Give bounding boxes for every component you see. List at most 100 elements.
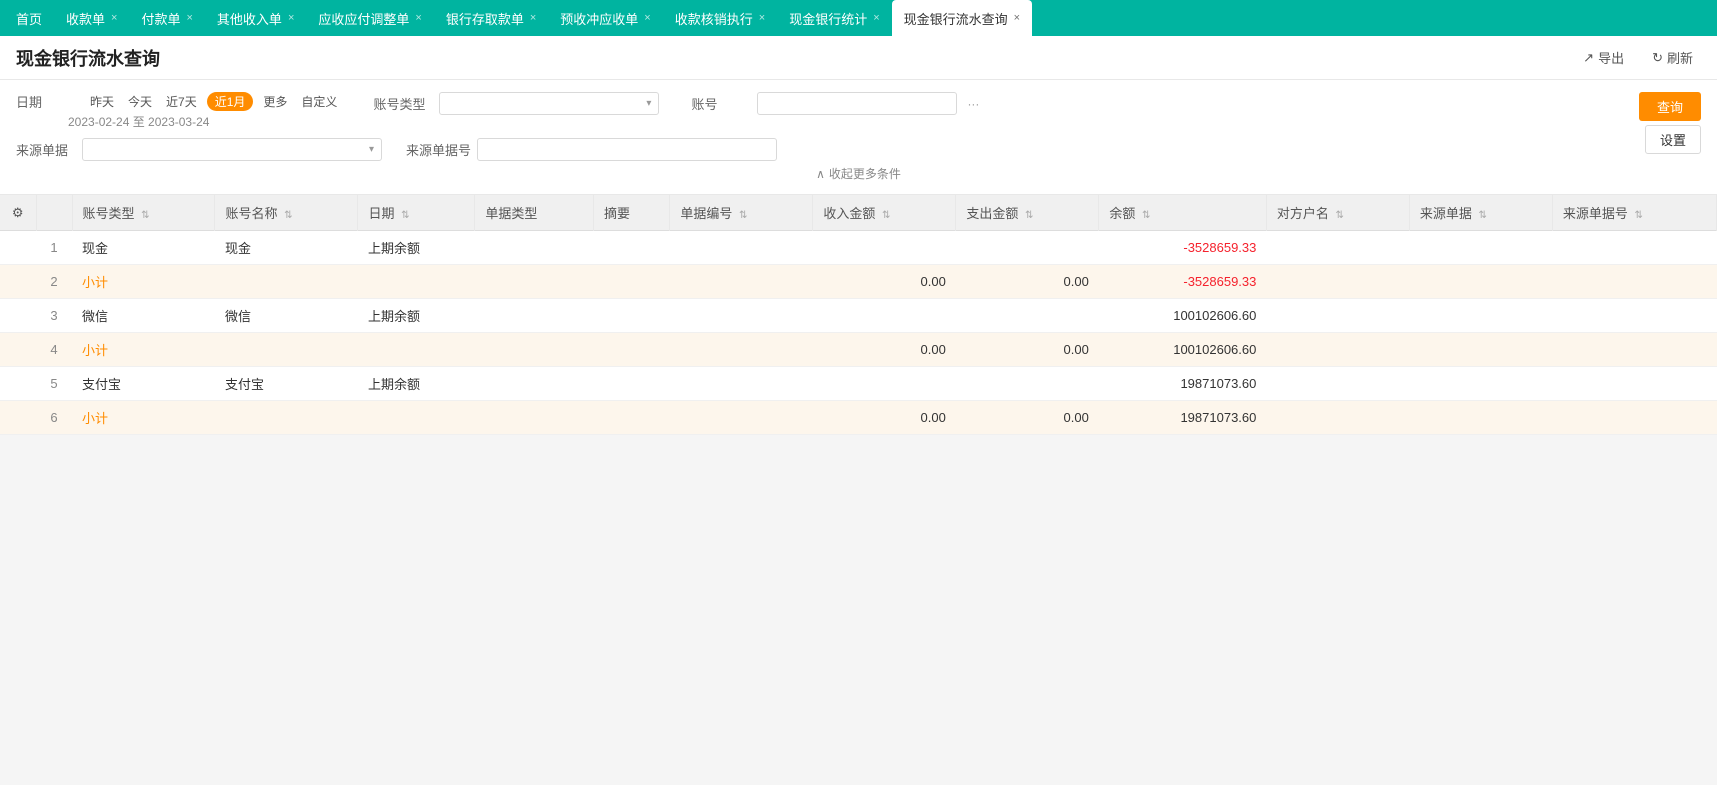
nav-bank-deposit-label: 银行存取款单 bbox=[446, 9, 524, 28]
collapse-label: 收起更多条件 bbox=[829, 165, 901, 182]
td-account-name bbox=[215, 401, 358, 435]
th-expense[interactable]: 支出金额 ⇅ bbox=[956, 195, 1099, 231]
td-counterparty bbox=[1266, 367, 1409, 401]
td-expense bbox=[956, 231, 1099, 265]
th-counterparty[interactable]: 对方户名 ⇅ bbox=[1266, 195, 1409, 231]
source-doc-filter: 来源单据 ▾ bbox=[16, 138, 382, 161]
th-income[interactable]: 收入金额 ⇅ bbox=[813, 195, 956, 231]
close-cash-stats-icon[interactable]: × bbox=[873, 12, 879, 24]
close-cash-flow-icon[interactable]: × bbox=[1014, 12, 1020, 24]
nav-item-receipt-verify[interactable]: 收款核销执行 × bbox=[663, 0, 777, 36]
td-income bbox=[813, 367, 956, 401]
td-date bbox=[358, 401, 475, 435]
nav-item-ar-ap-adjust[interactable]: 应收应付调整单 × bbox=[306, 0, 433, 36]
source-doc-select[interactable] bbox=[82, 138, 382, 161]
td-account-type: 支付宝 bbox=[72, 367, 215, 401]
td-counterparty bbox=[1266, 299, 1409, 333]
date-opt-custom[interactable]: 自定义 bbox=[297, 92, 341, 111]
settings-button[interactable]: 设置 bbox=[1645, 125, 1701, 154]
nav-item-payment[interactable]: 付款单 × bbox=[129, 0, 204, 36]
date-opt-more[interactable]: 更多 bbox=[259, 92, 291, 111]
cash-flow-table: ⚙ 账号类型 ⇅ 账号名称 ⇅ 日期 ⇅ 单据类型 摘要 单据编号 ⇅ 收入金额… bbox=[0, 195, 1717, 435]
date-label: 日期 bbox=[16, 92, 76, 111]
date-opt-today[interactable]: 今天 bbox=[124, 92, 156, 111]
source-doc-num-label: 来源单据号 bbox=[406, 140, 471, 159]
td-account-type: 微信 bbox=[72, 299, 215, 333]
refresh-button[interactable]: ↻ 刷新 bbox=[1644, 44, 1701, 71]
date-opt-1month[interactable]: 近1月 bbox=[207, 92, 254, 111]
account-type-select[interactable] bbox=[439, 92, 659, 115]
td-gear bbox=[0, 265, 36, 299]
nav-cash-flow-label: 现金银行流水查询 bbox=[904, 9, 1008, 28]
sort-source-doc-no-icon: ⇅ bbox=[1634, 210, 1642, 221]
td-balance: 100102606.60 bbox=[1099, 299, 1267, 333]
nav-item-other-income[interactable]: 其他收入单 × bbox=[205, 0, 306, 36]
close-prepay-icon[interactable]: × bbox=[644, 12, 650, 24]
nav-item-home[interactable]: 首页 bbox=[4, 0, 54, 36]
date-filter-group: 日期 昨天 今天 近7天 近1月 更多 自定义 2023-02-24 至 202… bbox=[16, 92, 341, 130]
td-source-doc bbox=[1409, 333, 1552, 367]
td-source-doc-no bbox=[1552, 265, 1716, 299]
td-source-doc bbox=[1409, 231, 1552, 265]
table-body: 1现金现金上期余额-3528659.332小计0.000.00-3528659.… bbox=[0, 231, 1717, 435]
th-gear[interactable]: ⚙ bbox=[0, 195, 36, 231]
close-receipt-verify-icon[interactable]: × bbox=[759, 12, 765, 24]
date-options: 昨天 今天 近7天 近1月 更多 自定义 bbox=[86, 92, 341, 111]
date-opt-7days[interactable]: 近7天 bbox=[162, 92, 201, 111]
td-row-num: 1 bbox=[36, 231, 72, 265]
td-balance: 19871073.60 bbox=[1099, 367, 1267, 401]
nav-cash-stats-label: 现金银行统计 bbox=[789, 9, 867, 28]
close-other-income-icon[interactable]: × bbox=[288, 12, 294, 24]
nav-item-prepay-offset[interactable]: 预收冲应收单 × bbox=[548, 0, 662, 36]
td-account-type: 小计 bbox=[72, 333, 215, 367]
td-doc-type bbox=[475, 401, 594, 435]
account-input[interactable] bbox=[757, 92, 957, 115]
nav-item-bank-deposit[interactable]: 银行存取款单 × bbox=[434, 0, 548, 36]
close-payment-icon[interactable]: × bbox=[186, 12, 192, 24]
nav-receipt-verify-label: 收款核销执行 bbox=[675, 9, 753, 28]
query-button[interactable]: 查询 bbox=[1639, 92, 1701, 121]
td-expense: 0.00 bbox=[956, 265, 1099, 299]
date-opt-yesterday[interactable]: 昨天 bbox=[86, 92, 118, 111]
th-summary: 摘要 bbox=[594, 195, 670, 231]
td-source-doc-no bbox=[1552, 367, 1716, 401]
th-balance[interactable]: 余额 ⇅ bbox=[1099, 195, 1267, 231]
account-more-icon[interactable]: ··· bbox=[967, 97, 979, 111]
td-summary bbox=[594, 367, 670, 401]
nav-item-cash-stats[interactable]: 现金银行统计 × bbox=[777, 0, 891, 36]
td-income: 0.00 bbox=[813, 265, 956, 299]
th-account-name[interactable]: 账号名称 ⇅ bbox=[215, 195, 358, 231]
td-balance: 19871073.60 bbox=[1099, 401, 1267, 435]
th-account-type[interactable]: 账号类型 ⇅ bbox=[72, 195, 215, 231]
td-doc-no bbox=[670, 333, 813, 367]
td-date bbox=[358, 333, 475, 367]
td-date bbox=[358, 265, 475, 299]
export-button[interactable]: ↗ 导出 bbox=[1575, 44, 1632, 71]
th-doc-no[interactable]: 单据编号 ⇅ bbox=[670, 195, 813, 231]
td-source-doc-no bbox=[1552, 401, 1716, 435]
td-account-type: 小计 bbox=[72, 265, 215, 299]
th-source-doc[interactable]: 来源单据 ⇅ bbox=[1409, 195, 1552, 231]
td-doc-no bbox=[670, 265, 813, 299]
close-receipt-icon[interactable]: × bbox=[111, 12, 117, 24]
collapse-up-icon: ∧ bbox=[816, 167, 825, 181]
nav-item-cash-flow[interactable]: 现金银行流水查询 × bbox=[892, 0, 1032, 36]
sort-source-doc-icon: ⇅ bbox=[1478, 210, 1486, 221]
close-bank-deposit-icon[interactable]: × bbox=[530, 12, 536, 24]
td-counterparty bbox=[1266, 333, 1409, 367]
header-actions: ↗ 导出 ↻ 刷新 bbox=[1575, 44, 1701, 71]
th-date[interactable]: 日期 ⇅ bbox=[358, 195, 475, 231]
td-date: 上期余额 bbox=[358, 299, 475, 333]
td-gear bbox=[0, 401, 36, 435]
source-doc-num-input[interactable] bbox=[477, 138, 777, 161]
td-balance: -3528659.33 bbox=[1099, 265, 1267, 299]
table-row: 6小计0.000.0019871073.60 bbox=[0, 401, 1717, 435]
nav-item-receipt[interactable]: 收款单 × bbox=[54, 0, 129, 36]
td-row-num: 3 bbox=[36, 299, 72, 333]
table-row: 4小计0.000.00100102606.60 bbox=[0, 333, 1717, 367]
close-ar-ap-icon[interactable]: × bbox=[415, 12, 421, 24]
collapse-filters-button[interactable]: ∧ 收起更多条件 bbox=[16, 161, 1701, 186]
td-summary bbox=[594, 265, 670, 299]
th-source-doc-no[interactable]: 来源单据号 ⇅ bbox=[1552, 195, 1716, 231]
td-row-num: 6 bbox=[36, 401, 72, 435]
